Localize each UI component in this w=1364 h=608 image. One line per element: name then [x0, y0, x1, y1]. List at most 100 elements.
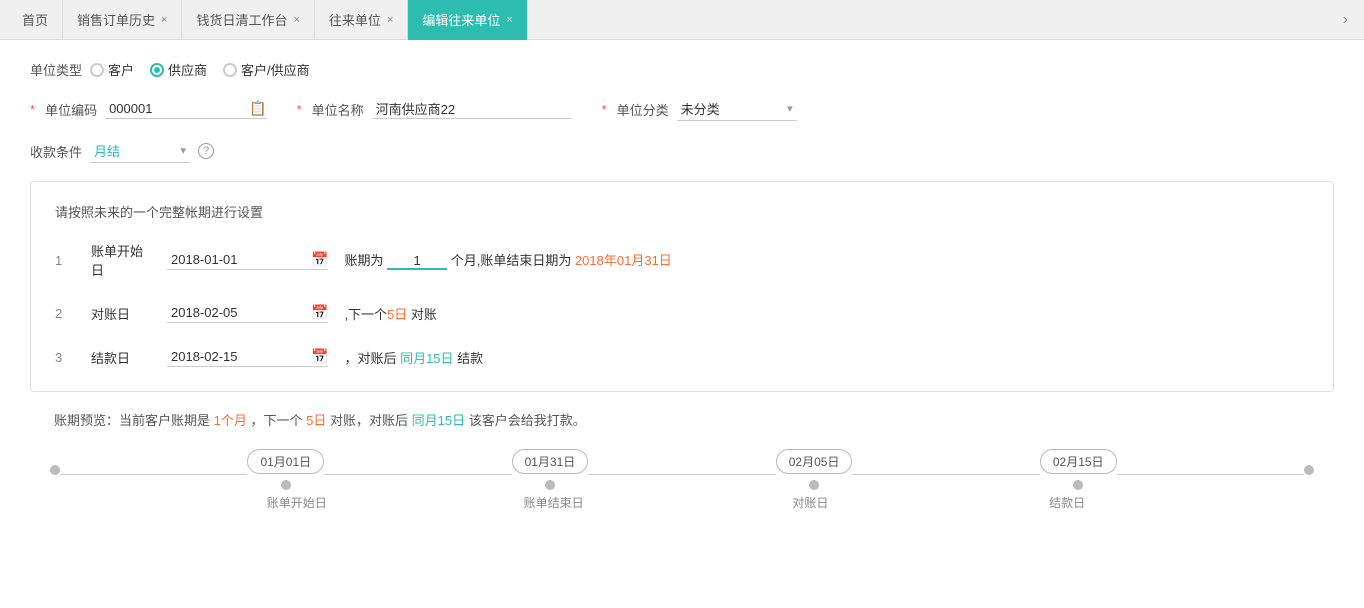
tab-partners[interactable]: 往来单位 ×	[315, 0, 408, 40]
timeline-badge-1: 01月01日	[247, 449, 324, 474]
timeline-connector-1	[60, 474, 247, 475]
unit-type-label: 单位类型	[30, 60, 82, 79]
period-end-date: 2018年01月31日	[575, 253, 672, 268]
period-num-1: 1	[55, 253, 75, 268]
main-content: 单位类型 客户 供应商 客户/供应商 * 单位编码	[0, 40, 1364, 608]
timeline-label-1: 账单开始日	[267, 494, 327, 511]
payment-terms-select[interactable]: 月结 ▾	[90, 139, 190, 163]
tab-sales-history[interactable]: 销售订单历史 ×	[63, 0, 182, 40]
unit-category-field: * 单位分类 未分类 ▾	[602, 97, 797, 121]
tab-bar: 首页 销售订单历史 × 钱货日清工作台 × 往来单位 × 编辑往来单位 × ›	[0, 0, 1364, 40]
unit-category-value: 未分类	[681, 99, 783, 118]
required-mark: *	[30, 102, 35, 117]
period-label-3: 结款日	[91, 348, 151, 367]
close-icon[interactable]: ×	[293, 14, 299, 26]
period-label-2: 对账日	[91, 304, 151, 323]
close-icon[interactable]: ×	[387, 14, 393, 26]
period-num-2: 2	[55, 306, 75, 321]
radio-circle-both	[223, 63, 237, 77]
unit-type-field: 单位类型 客户 供应商 客户/供应商	[30, 60, 310, 79]
tab-cashflow[interactable]: 钱货日清工作台 ×	[182, 0, 314, 40]
timeline-connector-5	[1117, 474, 1304, 475]
period-date-input-2: 📅	[167, 303, 328, 323]
timeline-badge-3: 02月05日	[776, 449, 853, 474]
period-row-1: 1 账单开始日 📅 账期为 个月,账单结束日期为 2018年01月31日	[55, 241, 1309, 279]
preview-suffix: 该客户会给我打款。	[469, 413, 586, 428]
unit-code-label: 单位编码	[45, 100, 97, 119]
period-row-2: 2 对账日 📅 ,下一个5日 对账	[55, 303, 1309, 323]
radio-supplier[interactable]: 供应商	[150, 60, 207, 79]
timeline-dot-end	[1304, 465, 1314, 475]
preview-text: 账期预览：当前客户账期是 1个月 ，下一个 5日 对账，对账后 同月15日 该客…	[30, 410, 1334, 429]
unit-code-input[interactable]	[105, 99, 245, 118]
period-desc-3-suffix: 结款	[454, 351, 484, 366]
help-icon[interactable]: ?	[198, 143, 214, 159]
timeline-label-spacer	[50, 494, 70, 511]
preview-prefix: 账期预览：当前客户账期是	[54, 413, 210, 428]
timeline-label-3: 对账日	[780, 494, 840, 511]
unit-code-picker-icon[interactable]: 📋	[249, 100, 266, 117]
timeline-dot-4	[1073, 480, 1083, 490]
tab-edit-partner[interactable]: 编辑往来单位 ×	[408, 0, 527, 40]
period-date-field-2[interactable]	[167, 303, 307, 322]
unit-type-row: 单位类型 客户 供应商 客户/供应商	[30, 60, 1334, 79]
timeline-label-2: 账单结束日	[524, 494, 584, 511]
preview-highlight2: 5日	[306, 413, 326, 428]
radio-both[interactable]: 客户/供应商	[223, 60, 310, 79]
unit-name-label: 单位名称	[312, 100, 364, 119]
period-box-title: 请按照未来的一个完整帐期进行设置	[55, 202, 1309, 221]
radio-circle-customer	[90, 63, 104, 77]
timeline-dot-start	[50, 465, 60, 475]
period-num-3: 3	[55, 350, 75, 365]
payment-terms-row: 收款条件 月结 ▾ ?	[30, 139, 1334, 163]
tab-more-button[interactable]: ›	[1335, 11, 1356, 29]
period-row-3: 3 结款日 📅 ，对账后 同月15日 结款	[55, 347, 1309, 367]
close-icon[interactable]: ×	[506, 14, 512, 26]
timeline-label-spacer2	[1294, 494, 1314, 511]
timeline-label-4: 结款日	[1037, 494, 1097, 511]
chevron-down-icon: ▾	[787, 102, 793, 115]
timeline-node-3: 02月05日	[776, 449, 853, 490]
period-date-input-1: 📅	[167, 250, 328, 270]
close-icon[interactable]: ×	[161, 14, 167, 26]
radio-customer-label: 客户	[108, 60, 134, 79]
timeline-dot-1	[281, 480, 291, 490]
unit-code-input-wrapper: 📋	[105, 99, 266, 119]
calendar-icon-2[interactable]: 📅	[311, 304, 328, 321]
timeline-end-dot	[1304, 465, 1314, 475]
timeline-dot-2	[545, 480, 555, 490]
required-mark-name: *	[297, 102, 302, 117]
period-desc-3: ，对账后 同月15日 结款	[344, 348, 483, 367]
period-for-label: 账期为	[344, 253, 383, 268]
timeline-top: 01月01日 01月31日 02月05日 02月15日	[30, 449, 1334, 490]
timeline-start-dot	[50, 465, 60, 475]
period-desc-2-highlight: 5日	[387, 307, 407, 322]
payment-terms-value: 月结	[94, 141, 176, 160]
period-months-input[interactable]	[387, 253, 447, 270]
period-date-field-3[interactable]	[167, 347, 307, 366]
unit-name-input[interactable]	[372, 99, 572, 119]
payment-terms-field: 收款条件 月结 ▾ ?	[30, 139, 214, 163]
required-mark-category: *	[602, 102, 607, 117]
timeline-bottom: 账单开始日 账单结束日 对账日 结款日	[30, 490, 1334, 511]
period-date-field-1[interactable]	[167, 250, 307, 269]
radio-circle-supplier	[150, 63, 164, 77]
unit-category-select[interactable]: 未分类 ▾	[677, 97, 797, 121]
period-desc-2-prefix: ,下一个	[344, 307, 387, 322]
timeline-connector-3	[588, 474, 775, 475]
radio-customer[interactable]: 客户	[90, 60, 134, 79]
chevron-down-icon: ▾	[180, 144, 186, 157]
timeline-badge-2: 01月31日	[512, 449, 589, 474]
payment-terms-label: 收款条件	[30, 142, 82, 161]
calendar-icon-3[interactable]: 📅	[311, 348, 328, 365]
radio-supplier-label: 供应商	[168, 60, 207, 79]
period-desc-2-suffix: 对账	[407, 307, 437, 322]
timeline-badge-4: 02月15日	[1040, 449, 1117, 474]
tab-home[interactable]: 首页	[8, 0, 63, 40]
calendar-icon-1[interactable]: 📅	[311, 251, 328, 268]
period-date-input-3: 📅	[167, 347, 328, 367]
radio-both-label: 客户/供应商	[241, 60, 310, 79]
period-label-1: 账单开始日	[91, 241, 151, 279]
timeline-node-2: 01月31日	[512, 449, 589, 490]
timeline-connector-4	[852, 474, 1039, 475]
